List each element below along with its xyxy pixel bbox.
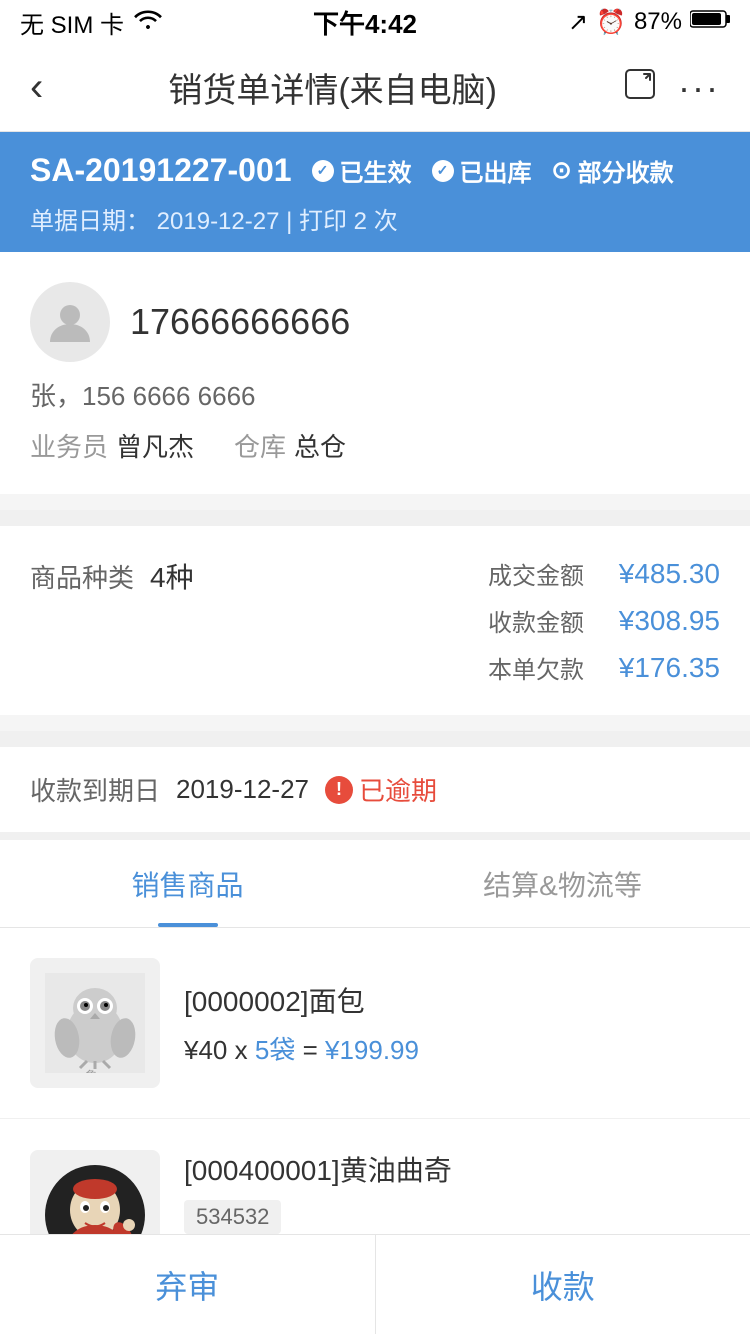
summary-left: 商品种类 4种 — [30, 556, 194, 596]
price-eq-1: = — [303, 1035, 325, 1065]
overdue-date: 2019-12-27 — [176, 774, 309, 805]
received-value: ¥308.95 — [600, 605, 720, 637]
clock-icon: ⊙ — [552, 156, 572, 185]
status-active-label: 已生效 — [340, 153, 412, 188]
overdue-dot-icon: ! — [325, 776, 353, 804]
debt-value: ¥176.35 — [600, 652, 720, 684]
battery-icon — [690, 8, 730, 36]
status-badge-shipped: ✓ 已出库 — [432, 153, 532, 188]
collect-payment-label: 收款 — [531, 1262, 595, 1308]
debt-label: 本单欠款 — [488, 650, 584, 685]
check-icon-shipped: ✓ — [432, 160, 454, 182]
customer-section: 17666666666 张，156 6666 6666 业务员 曾凡杰 仓库 总… — [0, 252, 750, 494]
separator-2 — [0, 731, 750, 747]
price-base-1: ¥40 — [184, 1035, 227, 1065]
nav-bar: ‹ 销货单详情(来自电脑) ··· — [0, 44, 750, 132]
tab-products[interactable]: 销售商品 — [0, 840, 375, 927]
check-icon-active: ✓ — [312, 160, 334, 182]
battery-text: 87% — [634, 8, 682, 36]
order-date-value: 2019-12-27 — [157, 208, 280, 235]
order-id-row: SA-20191227-001 ✓ 已生效 ✓ 已出库 ⊙ 部分收款 — [30, 152, 720, 189]
product-type-label: 商品种类 — [30, 558, 134, 595]
table-row[interactable]: 鲁+ [0000002]面包 ¥40 x 5袋 = ¥199.99 — [0, 928, 750, 1119]
salesperson-label: 业务员 — [30, 427, 108, 464]
svg-text:鲁+: 鲁+ — [85, 1069, 104, 1073]
avatar — [30, 282, 110, 362]
back-button[interactable]: ‹ — [30, 65, 43, 110]
carrier-text: 无 SIM 卡 — [20, 5, 124, 40]
customer-header: 17666666666 — [30, 282, 720, 362]
summary-right: 成交金额 ¥485.30 收款金额 ¥308.95 本单欠款 ¥176.35 — [488, 556, 720, 685]
warehouse-value: 总仓 — [294, 427, 346, 464]
overdue-label: 收款到期日 — [30, 771, 160, 808]
status-badge-partial: ⊙ 部分收款 — [552, 153, 674, 188]
status-badge-active: ✓ 已生效 — [312, 153, 412, 188]
customer-sub-info: 张，156 6666 6666 — [30, 376, 720, 413]
price-x-1: x — [235, 1035, 255, 1065]
status-right: ↗ ⏰ 87% — [568, 8, 730, 37]
location-icon: ↗ — [568, 8, 588, 37]
amount-value: ¥485.30 — [600, 558, 720, 590]
status-partial-label: 部分收款 — [578, 153, 674, 188]
received-label: 收款金额 — [488, 603, 584, 638]
customer-phone: 17666666666 — [130, 301, 350, 343]
status-shipped-label: 已出库 — [460, 153, 532, 188]
abandon-review-label: 弃审 — [155, 1262, 219, 1308]
nav-title: 销货单详情(来自电脑) — [168, 63, 497, 112]
price-total-1: ¥199.99 — [325, 1035, 419, 1065]
debt-row: 本单欠款 ¥176.35 — [488, 650, 720, 685]
order-date-row: 单据日期： 2019-12-27 | 打印 2 次 — [30, 201, 720, 236]
warehouse-item: 仓库 总仓 — [234, 427, 346, 464]
tab-settlement[interactable]: 结算&物流等 — [375, 840, 750, 927]
bottom-bar: 弃审 收款 — [0, 1234, 750, 1334]
overdue-section: 收款到期日 2019-12-27 ! 已逾期 — [0, 747, 750, 840]
tab-settlement-label: 结算&物流等 — [483, 864, 642, 904]
salesperson-value: 曾凡杰 — [116, 427, 194, 464]
overdue-badge-text: 已逾期 — [359, 771, 437, 808]
more-icon[interactable]: ··· — [678, 67, 720, 109]
product-name-1: [0000002]面包 — [184, 980, 720, 1020]
price-qty-1: 5袋 — [255, 1035, 295, 1065]
product-image-1: 鲁+ — [30, 958, 160, 1088]
salesperson-item: 业务员 曾凡杰 — [30, 427, 194, 464]
status-left: 无 SIM 卡 — [20, 5, 162, 40]
header-banner: SA-20191227-001 ✓ 已生效 ✓ 已出库 ⊙ 部分收款 单据日期：… — [0, 132, 750, 252]
status-time: 下午4:42 — [313, 4, 417, 41]
warehouse-label: 仓库 — [234, 427, 286, 464]
wifi-icon — [134, 8, 162, 36]
product-price-1: ¥40 x 5袋 = ¥199.99 — [184, 1030, 720, 1067]
product-name-2: [000400001]黄油曲奇 — [184, 1149, 720, 1189]
amount-row: 成交金额 ¥485.30 — [488, 556, 720, 591]
customer-info-row: 业务员 曾凡杰 仓库 总仓 — [30, 427, 720, 464]
summary-section: 商品种类 4种 成交金额 ¥485.30 收款金额 ¥308.95 本单欠款 ¥… — [0, 526, 750, 715]
separator-1 — [0, 510, 750, 526]
abandon-review-button[interactable]: 弃审 — [0, 1235, 376, 1334]
date-label: 单据日期： — [30, 208, 150, 235]
received-row: 收款金额 ¥308.95 — [488, 603, 720, 638]
tabs: 销售商品 结算&物流等 — [0, 840, 750, 928]
product-type-value: 4种 — [150, 556, 194, 596]
nav-icons: ··· — [622, 66, 720, 110]
status-bar: 无 SIM 卡 下午4:42 ↗ ⏰ 87% — [0, 0, 750, 44]
overdue-badge: ! 已逾期 — [325, 771, 437, 808]
collect-payment-button[interactable]: 收款 — [376, 1235, 750, 1334]
tab-products-label: 销售商品 — [131, 864, 243, 904]
order-id-text: SA-20191227-001 — [30, 152, 292, 189]
amount-label: 成交金额 — [488, 556, 584, 591]
alarm-icon: ⏰ — [596, 8, 626, 37]
export-icon[interactable] — [622, 66, 658, 110]
product-info-1: [0000002]面包 ¥40 x 5袋 = ¥199.99 — [184, 980, 720, 1067]
product-type-row: 商品种类 4种 — [30, 556, 194, 596]
print-info: | 打印 2 次 — [286, 208, 398, 235]
product-tag-2: 534532 — [184, 1200, 281, 1234]
